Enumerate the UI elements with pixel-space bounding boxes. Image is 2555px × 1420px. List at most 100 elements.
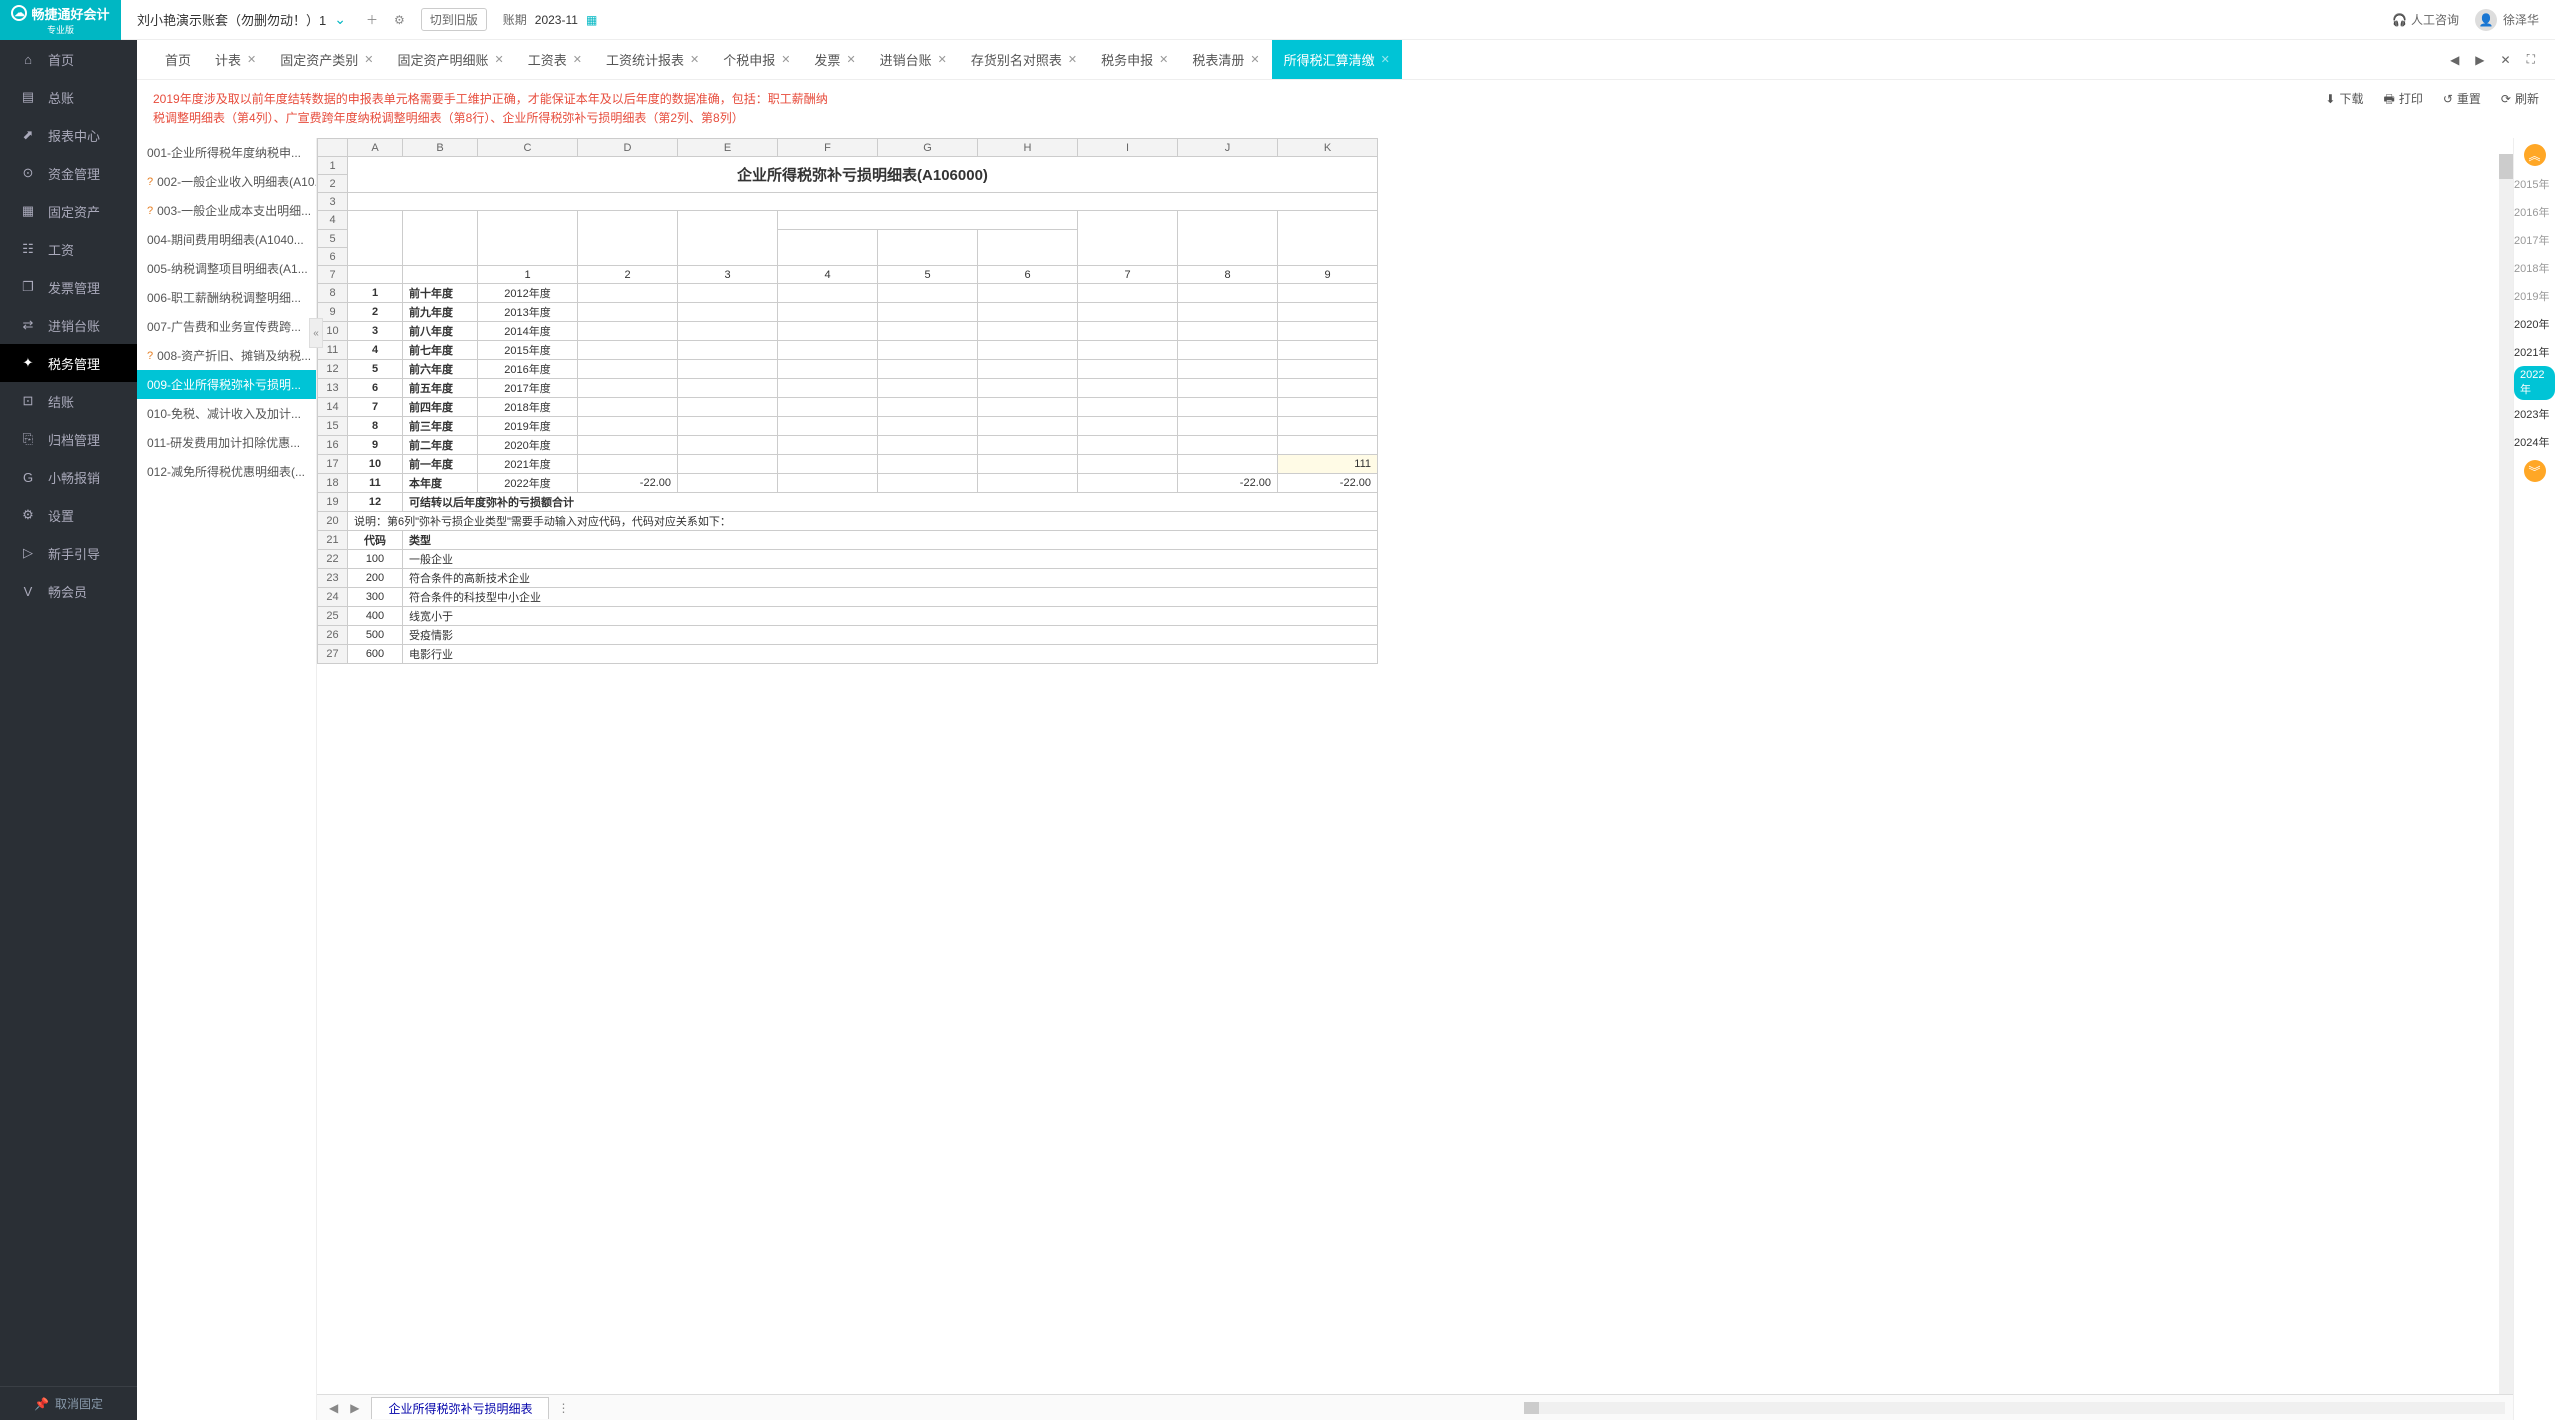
sidebar-item-5[interactable]: ☷工资: [0, 230, 137, 268]
close-icon[interactable]: ✕: [781, 53, 790, 66]
row-header[interactable]: 1: [318, 157, 348, 175]
form-item-3[interactable]: 004-期间费用明细表(A1040...: [137, 225, 316, 254]
row-header[interactable]: 8: [318, 284, 348, 303]
sheet-tab[interactable]: 企业所得税弥补亏损明细表: [371, 1397, 549, 1419]
sidebar-item-8[interactable]: ✦税务管理: [0, 344, 137, 382]
tab-11[interactable]: 税表清册✕: [1180, 40, 1271, 80]
consult-link[interactable]: 🎧人工咨询: [2392, 11, 2459, 28]
row-header[interactable]: 4: [318, 211, 348, 230]
unpin-button[interactable]: 📌取消固定: [0, 1386, 137, 1420]
switch-old-button[interactable]: 切到旧版: [421, 8, 487, 31]
print-button[interactable]: 🖶打印: [2384, 90, 2423, 109]
year-2020年[interactable]: 2020年: [2514, 310, 2555, 338]
form-item-1[interactable]: ?002-一般企业收入明细表(A10...: [137, 167, 316, 196]
col-header[interactable]: D: [578, 139, 678, 157]
tab-7[interactable]: 发票✕: [802, 40, 867, 80]
sidebar-item-11[interactable]: G小畅报销: [0, 458, 137, 496]
tab-8[interactable]: 进销台账✕: [868, 40, 959, 80]
form-item-0[interactable]: 001-企业所得税年度纳税申...: [137, 138, 316, 167]
horizontal-scrollbar[interactable]: [1524, 1402, 2505, 1414]
tab-10[interactable]: 税务申报✕: [1089, 40, 1180, 80]
sidebar-item-0[interactable]: ⌂首页: [0, 40, 137, 78]
col-header[interactable]: G: [878, 139, 978, 157]
col-header[interactable]: B: [403, 139, 478, 157]
close-icon[interactable]: ✕: [846, 53, 855, 66]
row-header[interactable]: 23: [318, 569, 348, 588]
row-header[interactable]: 21: [318, 531, 348, 550]
row-header[interactable]: 19: [318, 493, 348, 512]
col-header[interactable]: H: [978, 139, 1078, 157]
tab-4[interactable]: 工资表✕: [516, 40, 594, 80]
form-item-2[interactable]: ?003-一般企业成本支出明细...: [137, 196, 316, 225]
form-item-9[interactable]: 010-免税、减计收入及加计...: [137, 399, 316, 428]
sidebar-item-10[interactable]: ⎘归档管理: [0, 420, 137, 458]
sidebar-item-9[interactable]: ⊡结账: [0, 382, 137, 420]
year-2023年[interactable]: 2023年: [2514, 400, 2555, 428]
tab-0[interactable]: 首页: [153, 40, 203, 80]
year-down[interactable]: ︾: [2524, 460, 2546, 482]
row-header[interactable]: 18: [318, 474, 348, 493]
year-2021年[interactable]: 2021年: [2514, 338, 2555, 366]
col-header[interactable]: K: [1278, 139, 1378, 157]
row-header[interactable]: 12: [318, 360, 348, 379]
form-item-4[interactable]: 005-纳税调整项目明细表(A1...: [137, 254, 316, 283]
row-header[interactable]: 15: [318, 417, 348, 436]
year-2022年[interactable]: 2022年: [2514, 366, 2555, 400]
row-header[interactable]: 5: [318, 230, 348, 248]
sidebar-item-2[interactable]: ⬈报表中心: [0, 116, 137, 154]
row-header[interactable]: 16: [318, 436, 348, 455]
tab-6[interactable]: 个税申报✕: [711, 40, 802, 80]
sidebar-item-6[interactable]: ❐发票管理: [0, 268, 137, 306]
avatar[interactable]: 👤: [2475, 9, 2497, 31]
tab-close-all[interactable]: ✕: [2497, 49, 2515, 71]
row-header[interactable]: 24: [318, 588, 348, 607]
row-header[interactable]: 17: [318, 455, 348, 474]
form-item-7[interactable]: ?008-资产折旧、摊销及纳税...: [137, 341, 316, 370]
form-item-11[interactable]: 012-减免所得税优惠明细表(...: [137, 457, 316, 486]
row-header[interactable]: 6: [318, 248, 348, 266]
reset-button[interactable]: ↺重置: [2443, 90, 2481, 109]
close-icon[interactable]: ✕: [247, 53, 256, 66]
row-header[interactable]: 27: [318, 645, 348, 664]
row-header[interactable]: 7: [318, 266, 348, 284]
row-header[interactable]: 13: [318, 379, 348, 398]
row-header[interactable]: 14: [318, 398, 348, 417]
sheet-first[interactable]: ◀: [325, 1401, 342, 1415]
gear-icon[interactable]: ⚙: [394, 13, 405, 27]
sidebar-item-7[interactable]: ⇄进销台账: [0, 306, 137, 344]
row-header[interactable]: 22: [318, 550, 348, 569]
close-icon[interactable]: ✕: [573, 53, 582, 66]
close-icon[interactable]: ✕: [495, 53, 504, 66]
tab-next[interactable]: ▶: [2471, 49, 2488, 71]
sidebar-item-4[interactable]: ▦固定资产: [0, 192, 137, 230]
account-selector[interactable]: 刘小艳演示账套（勿删勿动！）1 ⌄: [137, 10, 346, 29]
tab-9[interactable]: 存货别名对照表✕: [959, 40, 1089, 80]
sidebar-item-3[interactable]: ⊙资金管理: [0, 154, 137, 192]
sidebar-item-1[interactable]: ▤总账: [0, 78, 137, 116]
refresh-button[interactable]: ⟳刷新: [2501, 90, 2539, 109]
close-icon[interactable]: ✕: [1250, 53, 1259, 66]
sheet-prev[interactable]: ▶: [346, 1401, 363, 1415]
close-icon[interactable]: ✕: [690, 53, 699, 66]
period-selector[interactable]: 账期 2023-11 ▦: [503, 11, 598, 28]
form-item-5[interactable]: 006-职工薪酬纳税调整明细...: [137, 283, 316, 312]
close-icon[interactable]: ✕: [1381, 53, 1390, 66]
tab-1[interactable]: 计表✕: [203, 40, 268, 80]
download-button[interactable]: ⬇下载: [2325, 90, 2363, 109]
col-header[interactable]: I: [1078, 139, 1178, 157]
row-header[interactable]: 20: [318, 512, 348, 531]
tab-5[interactable]: 工资统计报表✕: [594, 40, 711, 80]
form-item-6[interactable]: 007-广告费和业务宣传费跨...: [137, 312, 316, 341]
tab-12[interactable]: 所得税汇算清缴✕: [1272, 40, 1402, 80]
col-header[interactable]: E: [678, 139, 778, 157]
close-icon[interactable]: ✕: [938, 53, 947, 66]
tab-prev[interactable]: ◀: [2446, 49, 2463, 71]
tab-2[interactable]: 固定资产类别✕: [268, 40, 385, 80]
sidebar-item-14[interactable]: V畅会员: [0, 572, 137, 610]
close-icon[interactable]: ✕: [1159, 53, 1168, 66]
spreadsheet[interactable]: ABCDEFGHIJK1企业所得税弥补亏损明细表(A106000)234行次项目…: [317, 138, 2513, 1394]
add-icon[interactable]: ＋: [366, 11, 378, 28]
row-header[interactable]: 25: [318, 607, 348, 626]
tab-fullscreen[interactable]: ⛶: [2523, 48, 2539, 71]
sidebar-item-12[interactable]: ⚙设置: [0, 496, 137, 534]
